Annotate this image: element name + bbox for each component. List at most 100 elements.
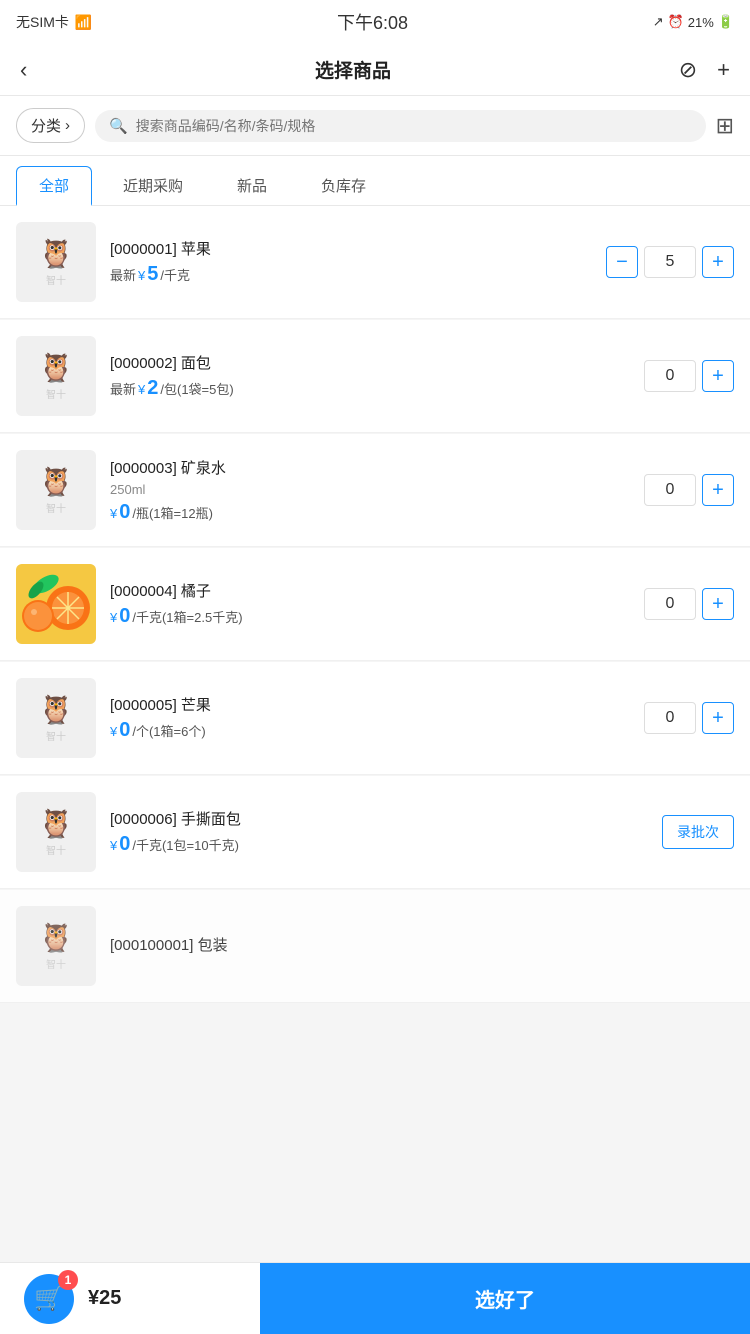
status-time: 下午6:08 — [337, 9, 408, 35]
quantity-increase-button[interactable]: + — [702, 474, 734, 506]
quantity-control: 录批次 — [662, 815, 734, 849]
price-currency: ¥ — [138, 382, 145, 397]
product-thumbnail: 🦉 智十 — [16, 678, 96, 758]
product-info: [0000002] 面包 最新 ¥ 2 /包(1袋=5包) — [110, 352, 630, 400]
bottom-bar: 🛒 1 ¥25 选好了 — [0, 1262, 750, 1334]
brand-label: 智十 — [46, 386, 66, 401]
price-value: 0 — [119, 501, 130, 524]
cart-section: 🛒 1 ¥25 — [0, 1274, 260, 1324]
quantity-increase-button[interactable]: + — [702, 246, 734, 278]
price-unit: /千克(1包=10千克) — [132, 835, 239, 854]
product-info: [000100001] 包装 — [110, 934, 734, 959]
quantity-control: + — [644, 702, 734, 734]
battery-text: 21% — [688, 15, 714, 30]
product-item: 🦉 智十 [0000006] 手撕面包 ¥ 0 /千克(1包=10千克) 录批次 — [0, 776, 750, 889]
nav-bar: ‹ 选择商品 ⊘ + — [0, 44, 750, 96]
tab-negative[interactable]: 负库存 — [298, 166, 389, 205]
back-button[interactable]: ‹ — [20, 57, 27, 83]
product-price: 最新 ¥ 5 /千克 — [110, 263, 592, 286]
placeholder-icon: 🦉 — [39, 465, 74, 498]
scan-button[interactable]: ⊞ — [716, 113, 734, 139]
product-item: 🦉 智十 [0000002] 面包 最新 ¥ 2 /包(1袋=5包) + — [0, 320, 750, 433]
search-icon: 🔍 — [109, 117, 128, 135]
confirm-button[interactable]: 选好了 — [260, 1263, 750, 1334]
price-label: 最新 — [110, 265, 136, 284]
product-item: 🦉 智十 [0000005] 芒果 ¥ 0 /个(1箱=6个) + — [0, 662, 750, 775]
product-thumbnail: 🦉 智十 — [16, 792, 96, 872]
price-value: 0 — [119, 719, 130, 742]
quantity-input[interactable] — [644, 246, 696, 278]
status-bar: 无SIM卡 📶 下午6:08 ↗ ⏰ 21% 🔋 — [0, 0, 750, 44]
wifi-icon: 📶 — [75, 14, 92, 31]
placeholder-icon: 🦉 — [39, 351, 74, 384]
price-unit: /个(1箱=6个) — [132, 721, 205, 740]
placeholder-icon: 🦉 — [39, 237, 74, 270]
category-label: 分类 — [31, 115, 61, 136]
price-value: 0 — [119, 833, 130, 856]
product-thumbnail: 🦉 智十 — [16, 450, 96, 530]
product-name: [000100001] 包装 — [110, 934, 734, 955]
quantity-decrease-button[interactable]: − — [606, 246, 638, 278]
price-currency: ¥ — [110, 610, 117, 625]
cart-total: ¥25 — [88, 1287, 121, 1310]
status-carrier: 无SIM卡 📶 — [16, 12, 92, 32]
product-item: 🦉 智十 [000100001] 包装 — [0, 890, 750, 1003]
price-unit: /千克 — [160, 265, 190, 284]
price-value: 5 — [147, 263, 158, 286]
filter-bar: 分类 › 🔍 ⊞ — [0, 96, 750, 156]
product-price: ¥ 0 /千克(1包=10千克) — [110, 833, 648, 856]
price-currency: ¥ — [110, 506, 117, 521]
placeholder-icon: 🦉 — [39, 921, 74, 954]
price-label: 最新 — [110, 379, 136, 398]
quantity-input[interactable] — [644, 474, 696, 506]
product-info: [0000004] 橘子 ¥ 0 /千克(1箱=2.5千克) — [110, 580, 630, 628]
product-name: [0000006] 手撕面包 — [110, 808, 648, 829]
product-item: [0000004] 橘子 ¥ 0 /千克(1箱=2.5千克) + — [0, 548, 750, 661]
quantity-input[interactable] — [644, 588, 696, 620]
product-name: [0000002] 面包 — [110, 352, 630, 373]
product-name: [0000005] 芒果 — [110, 694, 630, 715]
product-name: [0000003] 矿泉水 — [110, 457, 630, 478]
product-thumbnail: 🦉 智十 — [16, 906, 96, 986]
tab-recent[interactable]: 近期采购 — [100, 166, 206, 205]
price-currency: ¥ — [110, 838, 117, 853]
quantity-input[interactable] — [644, 360, 696, 392]
brand-label: 智十 — [46, 728, 66, 743]
brand-label: 智十 — [46, 272, 66, 287]
tab-all[interactable]: 全部 — [16, 166, 92, 206]
brand-label: 智十 — [46, 842, 66, 857]
quantity-increase-button[interactable]: + — [702, 588, 734, 620]
product-item: 🦉 智十 [0000003] 矿泉水 250ml ¥ 0 /瓶(1箱=12瓶) … — [0, 434, 750, 547]
price-unit: /包(1袋=5包) — [160, 379, 233, 398]
quantity-increase-button[interactable]: + — [702, 360, 734, 392]
nav-right-actions: ⊘ + — [679, 57, 730, 83]
category-button[interactable]: 分类 › — [16, 108, 85, 143]
product-info: [0000006] 手撕面包 ¥ 0 /千克(1包=10千克) — [110, 808, 648, 856]
batch-record-button[interactable]: 录批次 — [662, 815, 734, 849]
carrier-text: 无SIM卡 — [16, 12, 69, 32]
product-thumbnail: 🦉 智十 — [16, 222, 96, 302]
orange-image — [16, 564, 96, 644]
placeholder-icon: 🦉 — [39, 807, 74, 840]
location-icon: ↗ — [653, 14, 664, 30]
status-right: ↗ ⏰ 21% 🔋 — [653, 14, 734, 30]
search-input[interactable] — [136, 118, 692, 134]
page-title: 选择商品 — [315, 56, 391, 83]
quantity-increase-button[interactable]: + — [702, 702, 734, 734]
quantity-input[interactable] — [644, 702, 696, 734]
cart-icon-button[interactable]: 🛒 1 — [24, 1274, 74, 1324]
brand-label: 智十 — [46, 500, 66, 515]
product-thumbnail: 🦉 智十 — [16, 336, 96, 416]
product-price: ¥ 0 /个(1箱=6个) — [110, 719, 630, 742]
quantity-control: + — [644, 360, 734, 392]
product-price: ¥ 0 /千克(1箱=2.5千克) — [110, 605, 630, 628]
product-info: [0000003] 矿泉水 250ml ¥ 0 /瓶(1箱=12瓶) — [110, 457, 630, 524]
product-item: 🦉 智十 [0000001] 苹果 最新 ¥ 5 /千克 − + — [0, 206, 750, 319]
price-currency: ¥ — [138, 268, 145, 283]
battery-icon: 🔋 — [718, 14, 734, 30]
tab-new[interactable]: 新品 — [214, 166, 290, 205]
filter-button[interactable]: ⊘ — [679, 57, 697, 83]
cart-badge: 1 — [58, 1270, 78, 1290]
add-button[interactable]: + — [717, 57, 730, 83]
alarm-icon: ⏰ — [668, 14, 684, 30]
